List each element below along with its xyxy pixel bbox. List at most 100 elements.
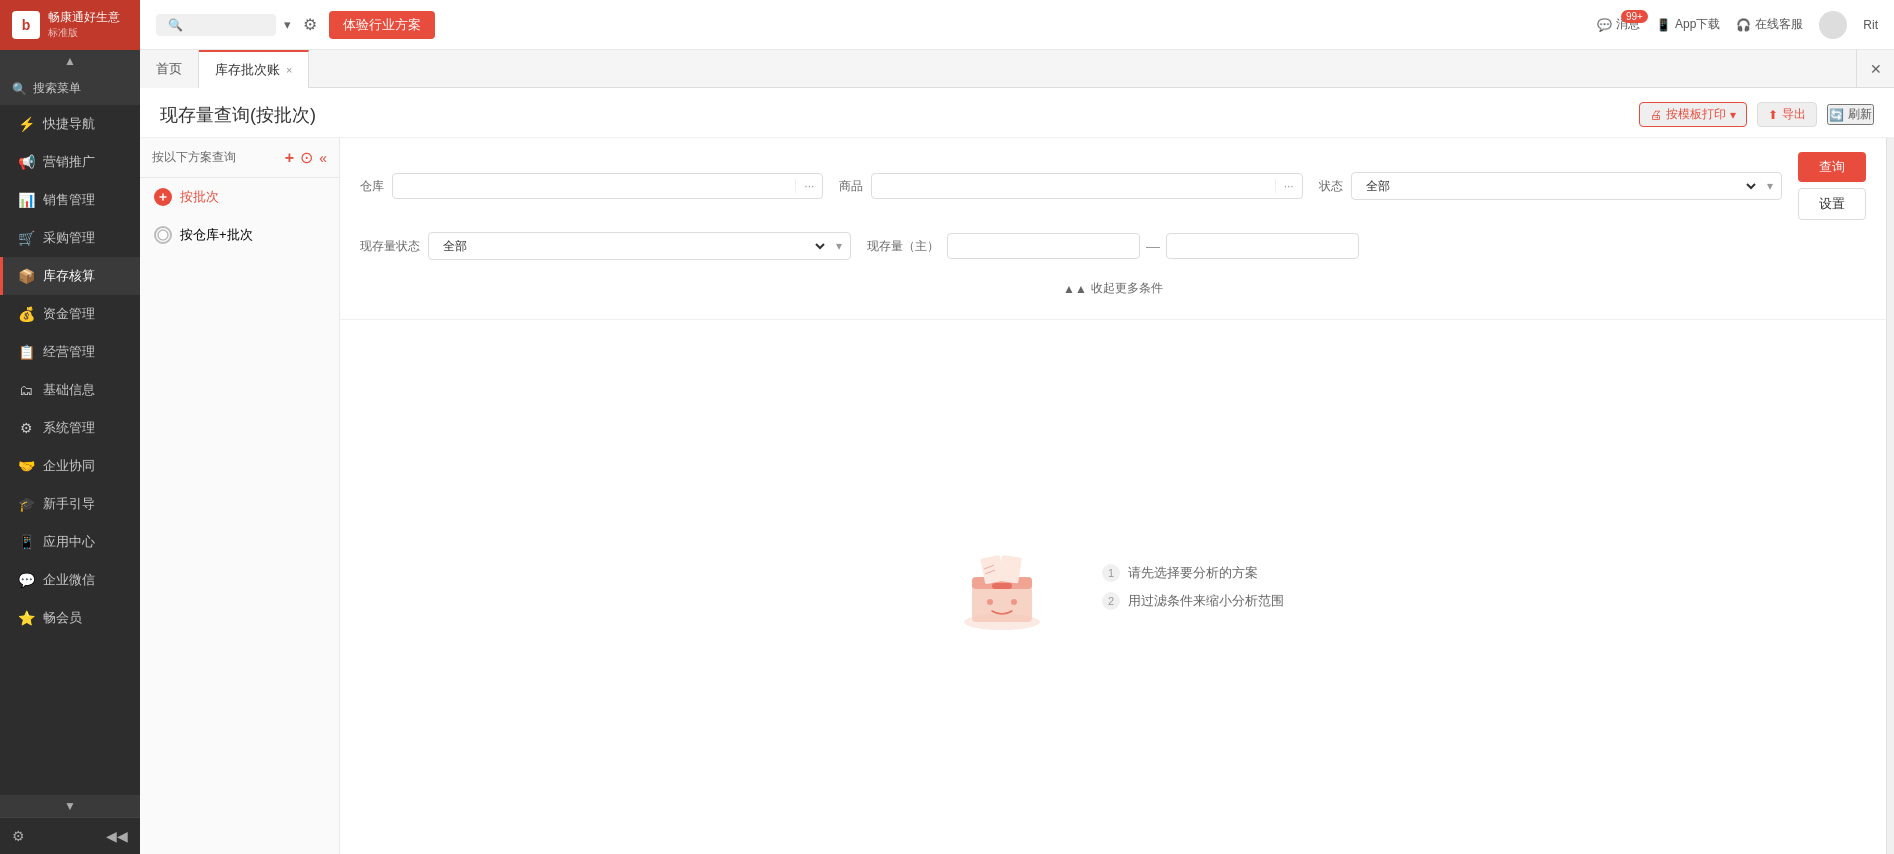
stock-status-select[interactable]: 全部: [429, 233, 828, 259]
sidebar-header: b 畅康通好生意 标准版: [0, 0, 140, 50]
online-service-label: 在线客服: [1755, 16, 1803, 33]
left-panel-header: 按以下方案查询 + ⊙ «: [140, 138, 339, 178]
warehouse-label: 仓库: [360, 178, 384, 195]
print-dropdown-icon[interactable]: ▾: [1730, 108, 1736, 122]
status-select[interactable]: 全部 启用 停用: [1352, 173, 1759, 199]
sidebar-item-marketing[interactable]: 📢 营销推广: [0, 143, 140, 181]
warehouse-more-icon[interactable]: ···: [795, 179, 822, 193]
app-download-button[interactable]: 📱 App下载: [1656, 16, 1720, 33]
newbie-icon: 🎓: [17, 495, 35, 513]
app-edition: 标准版: [48, 26, 120, 40]
sidebar-scroll-up[interactable]: ▲: [0, 50, 140, 72]
user-avatar[interactable]: [1819, 11, 1847, 39]
sidebar-footer: ⚙ ◀◀: [0, 817, 140, 854]
sidebar-item-label: 企业微信: [43, 571, 95, 589]
print-label: 按模板打印: [1666, 106, 1726, 123]
right-scrollbar[interactable]: [1886, 138, 1894, 854]
topbar-search-icon: 🔍: [168, 18, 183, 32]
sidebar-item-label: 快捷导航: [43, 115, 95, 133]
trial-button[interactable]: 体验行业方案: [329, 11, 435, 39]
filter-row-2: 现存量状态 全部 ▾ 现存量（主）: [360, 232, 1866, 260]
body-area: 按以下方案查询 + ⊙ « 按批次: [140, 138, 1894, 854]
empty-tips: 1 请先选择要分析的方案 2 用过滤条件来缩小分析范围: [1102, 564, 1284, 610]
message-icon: 💬: [1597, 18, 1612, 32]
stock-qty-label: 现存量（主）: [867, 238, 939, 255]
sidebar-item-newbie[interactable]: 🎓 新手引导: [0, 485, 140, 523]
svg-rect-9: [998, 555, 1021, 584]
tip-1-text: 请先选择要分析的方案: [1128, 564, 1258, 582]
warehouse-input[interactable]: [393, 174, 795, 198]
sidebar-item-inventory[interactable]: 📦 库存核算: [0, 257, 140, 295]
topbar-dropdown-arrow[interactable]: ▾: [284, 17, 291, 32]
left-panel: 按以下方案查询 + ⊙ « 按批次: [140, 138, 340, 854]
topbar-search-box[interactable]: 🔍: [156, 14, 276, 36]
collapse-conditions-button[interactable]: ▲▲ 收起更多条件: [360, 272, 1866, 305]
print-icon: 🖨: [1650, 108, 1662, 122]
sidebar-item-purchase[interactable]: 🛒 采购管理: [0, 219, 140, 257]
add-plan-icon[interactable]: +: [285, 149, 294, 167]
empty-illustration: [942, 527, 1062, 647]
tab-home[interactable]: 首页: [140, 50, 199, 88]
sidebar-item-vip[interactable]: ⭐ 畅会员: [0, 599, 140, 637]
sidebar-item-wechat[interactable]: 💬 企业微信: [0, 561, 140, 599]
plan-item-cangku[interactable]: 按仓库+批次: [140, 216, 339, 254]
sidebar-item-enterprise[interactable]: 🤝 企业协同: [0, 447, 140, 485]
sidebar-item-label: 采购管理: [43, 229, 95, 247]
stock-qty-max-input[interactable]: [1166, 233, 1359, 259]
sidebar-item-finance[interactable]: 💰 资金管理: [0, 295, 140, 333]
refresh-label: 刷新: [1848, 106, 1872, 123]
sidebar-scroll-down[interactable]: ▼: [0, 795, 140, 817]
filter-row-1: 仓库 ··· 商品 ···: [360, 152, 1866, 220]
marketing-icon: 📢: [17, 153, 35, 171]
settings-button[interactable]: 设置: [1798, 188, 1866, 220]
export-button[interactable]: ⬆ 导出: [1757, 102, 1817, 127]
topbar-gear-icon[interactable]: ⚙: [299, 11, 321, 38]
svg-rect-5: [992, 583, 1012, 589]
query-button[interactable]: 查询: [1798, 152, 1866, 182]
sidebar-item-operation[interactable]: 📋 经营管理: [0, 333, 140, 371]
basic-icon: 🗂: [17, 381, 35, 399]
product-more-icon[interactable]: ···: [1275, 179, 1302, 193]
content-area: 现存量查询(按批次) 🖨 按模板打印 ▾ ⬆ 导出 🔄 刷新: [140, 88, 1894, 854]
right-panel: 仓库 ··· 商品 ···: [340, 138, 1886, 854]
online-service-button[interactable]: 🎧 在线客服: [1736, 16, 1803, 33]
export-label: 导出: [1782, 106, 1806, 123]
filter-area: 仓库 ··· 商品 ···: [340, 138, 1886, 320]
sidebar-item-apps[interactable]: 📱 应用中心: [0, 523, 140, 561]
plan-settings-icon[interactable]: ⊙: [300, 148, 313, 167]
range-separator: —: [1146, 238, 1160, 254]
status-label: 状态: [1319, 178, 1343, 195]
sidebar-item-label: 企业协同: [43, 457, 95, 475]
status-dropdown-icon: ▾: [1759, 179, 1781, 193]
sidebar-collapse-icon[interactable]: ◀◀: [106, 828, 128, 844]
sidebar-search[interactable]: 🔍 搜索菜单: [0, 72, 140, 105]
stock-status-filter-group: 现存量状态 全部 ▾: [360, 232, 851, 260]
tab-close-icon[interactable]: ×: [286, 64, 292, 76]
sidebar-item-quick[interactable]: ⚡ 快捷导航: [0, 105, 140, 143]
app-logo: b: [12, 11, 40, 39]
message-button[interactable]: 💬 消息 99+: [1597, 16, 1640, 33]
print-button[interactable]: 🖨 按模板打印 ▾: [1639, 102, 1747, 127]
sidebar-item-system[interactable]: ⚙ 系统管理: [0, 409, 140, 447]
svg-point-6: [987, 599, 993, 605]
sidebar-item-sales[interactable]: 📊 销售管理: [0, 181, 140, 219]
tab-panel-close-button[interactable]: ✕: [1856, 50, 1894, 88]
stock-qty-min-input[interactable]: [947, 233, 1140, 259]
refresh-icon: 🔄: [1829, 108, 1844, 122]
sidebar-item-basic[interactable]: 🗂 基础信息: [0, 371, 140, 409]
plan-item-pici[interactable]: 按批次: [140, 178, 339, 216]
app-name: 畅康通好生意: [48, 10, 120, 26]
refresh-button[interactable]: 🔄 刷新: [1827, 104, 1874, 125]
tip-2-text: 用过滤条件来缩小分析范围: [1128, 592, 1284, 610]
panel-collapse-icon[interactable]: «: [319, 150, 327, 166]
system-icon: ⚙: [17, 419, 35, 437]
tab-home-label: 首页: [156, 60, 182, 78]
svg-point-1: [158, 230, 168, 240]
stock-qty-filter-group: 现存量（主） —: [867, 233, 1358, 259]
tab-inventory-batch[interactable]: 库存批次账 ×: [199, 50, 309, 88]
settings-icon[interactable]: ⚙: [12, 828, 25, 844]
plan-label-pici: 按批次: [180, 188, 219, 206]
apps-icon: 📱: [17, 533, 35, 551]
app-download-label: App下载: [1675, 16, 1720, 33]
product-input[interactable]: [872, 174, 1274, 198]
